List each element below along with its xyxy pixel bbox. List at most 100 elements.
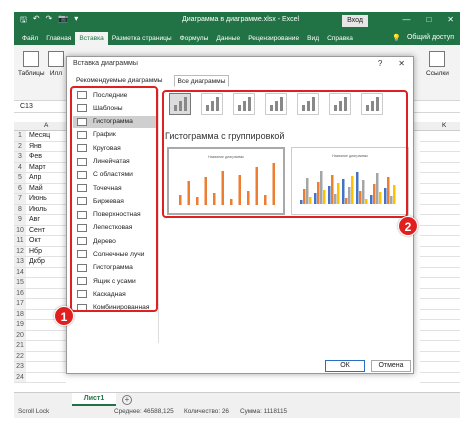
cell[interactable]	[420, 341, 460, 352]
tab-data[interactable]: Данные	[212, 35, 244, 45]
tab-home[interactable]: Главная	[42, 35, 75, 45]
cell-value[interactable]	[26, 268, 29, 278]
column-header-a[interactable]: A	[44, 122, 48, 129]
cell-value[interactable]	[26, 289, 29, 299]
ribbon-group-links[interactable]: Ссылки	[426, 51, 449, 77]
ribbon-group-tables[interactable]: Таблицы	[18, 51, 45, 77]
tab-view[interactable]: Вид	[303, 35, 323, 45]
row-number[interactable]: 10	[14, 225, 26, 235]
cell[interactable]	[420, 299, 460, 310]
tab-page-layout[interactable]: Разметка страницы	[108, 35, 176, 45]
row-number[interactable]: 16	[14, 288, 26, 298]
cell-value[interactable]	[26, 299, 29, 309]
cell[interactable]	[420, 152, 460, 163]
row-number[interactable]: 2	[14, 141, 26, 151]
cell-value[interactable]: Месяц	[26, 131, 50, 141]
sign-in-button[interactable]: Вход	[342, 15, 368, 27]
share-button[interactable]: Общий доступ	[407, 34, 454, 42]
cell[interactable]	[420, 194, 460, 205]
row-number[interactable]: 15	[14, 278, 26, 288]
row-number[interactable]: 12	[14, 246, 26, 256]
cell[interactable]	[420, 173, 460, 184]
cell-value[interactable]	[26, 331, 29, 341]
dialog-help-button[interactable]: ?	[378, 57, 382, 70]
minimize-button[interactable]: —	[402, 15, 410, 24]
dialog-close-button[interactable]: ✕	[398, 57, 405, 70]
cell[interactable]	[420, 320, 460, 331]
tab-file[interactable]: Файл	[18, 35, 42, 45]
cell-value[interactable]: Апр	[26, 173, 41, 183]
row-number[interactable]: 11	[14, 236, 26, 246]
tab-formulas[interactable]: Формулы	[176, 35, 213, 45]
row-number[interactable]: 3	[14, 152, 26, 162]
cell-value[interactable]: Нбр	[26, 247, 42, 257]
cell[interactable]	[420, 331, 460, 341]
lightbulb-icon[interactable]: 💡	[392, 34, 401, 42]
sheet-tab[interactable]: Лист1	[72, 393, 116, 406]
cell[interactable]	[420, 215, 460, 226]
undo-icon[interactable]: ↶	[33, 14, 40, 28]
tab-review[interactable]: Рецензирование	[244, 35, 303, 45]
cell[interactable]	[420, 373, 460, 383]
cell-value[interactable]: Дкбр	[26, 257, 45, 267]
row-number[interactable]: 4	[14, 162, 26, 172]
tab-all-charts[interactable]: Все диаграммы	[173, 75, 230, 87]
column-header-k[interactable]: K	[442, 122, 446, 129]
cell-value[interactable]: Авг	[26, 215, 40, 225]
row-number[interactable]: 5	[14, 173, 26, 183]
customize-toolbar-icon[interactable]: ▾	[74, 14, 78, 28]
row-number[interactable]: 9	[14, 215, 26, 225]
row-number[interactable]: 6	[14, 183, 26, 193]
cancel-button[interactable]: Отмена	[371, 360, 411, 372]
cell-value[interactable]: Март	[26, 163, 46, 173]
row-number[interactable]: 23	[14, 362, 26, 372]
cell-value[interactable]	[26, 310, 29, 320]
camera-icon[interactable]: 📷	[58, 14, 68, 28]
cell[interactable]	[420, 289, 460, 299]
row-number[interactable]: 17	[14, 299, 26, 309]
add-sheet-button[interactable]: +	[122, 395, 132, 405]
cell[interactable]	[420, 236, 460, 247]
ribbon-group-illustrations[interactable]: Илл	[48, 51, 64, 77]
cell-value[interactable]	[26, 341, 29, 351]
cell[interactable]	[420, 268, 460, 278]
cell-value[interactable]	[26, 320, 29, 330]
cell-value[interactable]	[26, 373, 29, 383]
redo-icon[interactable]: ↷	[46, 14, 53, 28]
row-number[interactable]: 24	[14, 372, 26, 382]
cell[interactable]	[420, 278, 460, 289]
row-number[interactable]: 8	[14, 204, 26, 214]
cell[interactable]	[420, 310, 460, 320]
row-number[interactable]: 20	[14, 330, 26, 340]
cell-value[interactable]: Май	[26, 184, 43, 194]
cell[interactable]	[420, 184, 460, 194]
cell[interactable]	[420, 352, 460, 362]
cell[interactable]	[420, 163, 460, 173]
row-number[interactable]: 21	[14, 341, 26, 351]
tab-insert[interactable]: Вставка	[75, 32, 108, 45]
cell-value[interactable]: Июль	[26, 205, 47, 215]
save-icon[interactable]: 🖫	[20, 14, 27, 28]
row-number[interactable]: 1	[14, 131, 26, 141]
close-window-button[interactable]: ✕	[447, 15, 454, 24]
cell-value[interactable]: Янв	[26, 142, 42, 152]
cell[interactable]	[420, 247, 460, 257]
cell-value[interactable]	[26, 278, 29, 288]
cell[interactable]	[420, 131, 460, 142]
tab-help[interactable]: Справка	[323, 35, 357, 45]
cell[interactable]	[420, 205, 460, 215]
row-number[interactable]: 7	[14, 194, 26, 204]
cell[interactable]	[420, 362, 460, 373]
cell-value[interactable]	[26, 352, 29, 362]
cell[interactable]	[420, 257, 460, 268]
ok-button[interactable]: ОК	[325, 360, 365, 372]
row-number[interactable]: 14	[14, 267, 26, 277]
cell-value[interactable]	[26, 362, 29, 372]
cell-value[interactable]: Июнь	[26, 194, 47, 204]
cell[interactable]	[420, 142, 460, 152]
cell-value[interactable]: Окт	[26, 236, 41, 246]
cell-value[interactable]: Сент	[26, 226, 45, 236]
cell-value[interactable]: Фев	[26, 152, 42, 162]
row-number[interactable]: 19	[14, 320, 26, 330]
maximize-button[interactable]: □	[426, 15, 431, 24]
